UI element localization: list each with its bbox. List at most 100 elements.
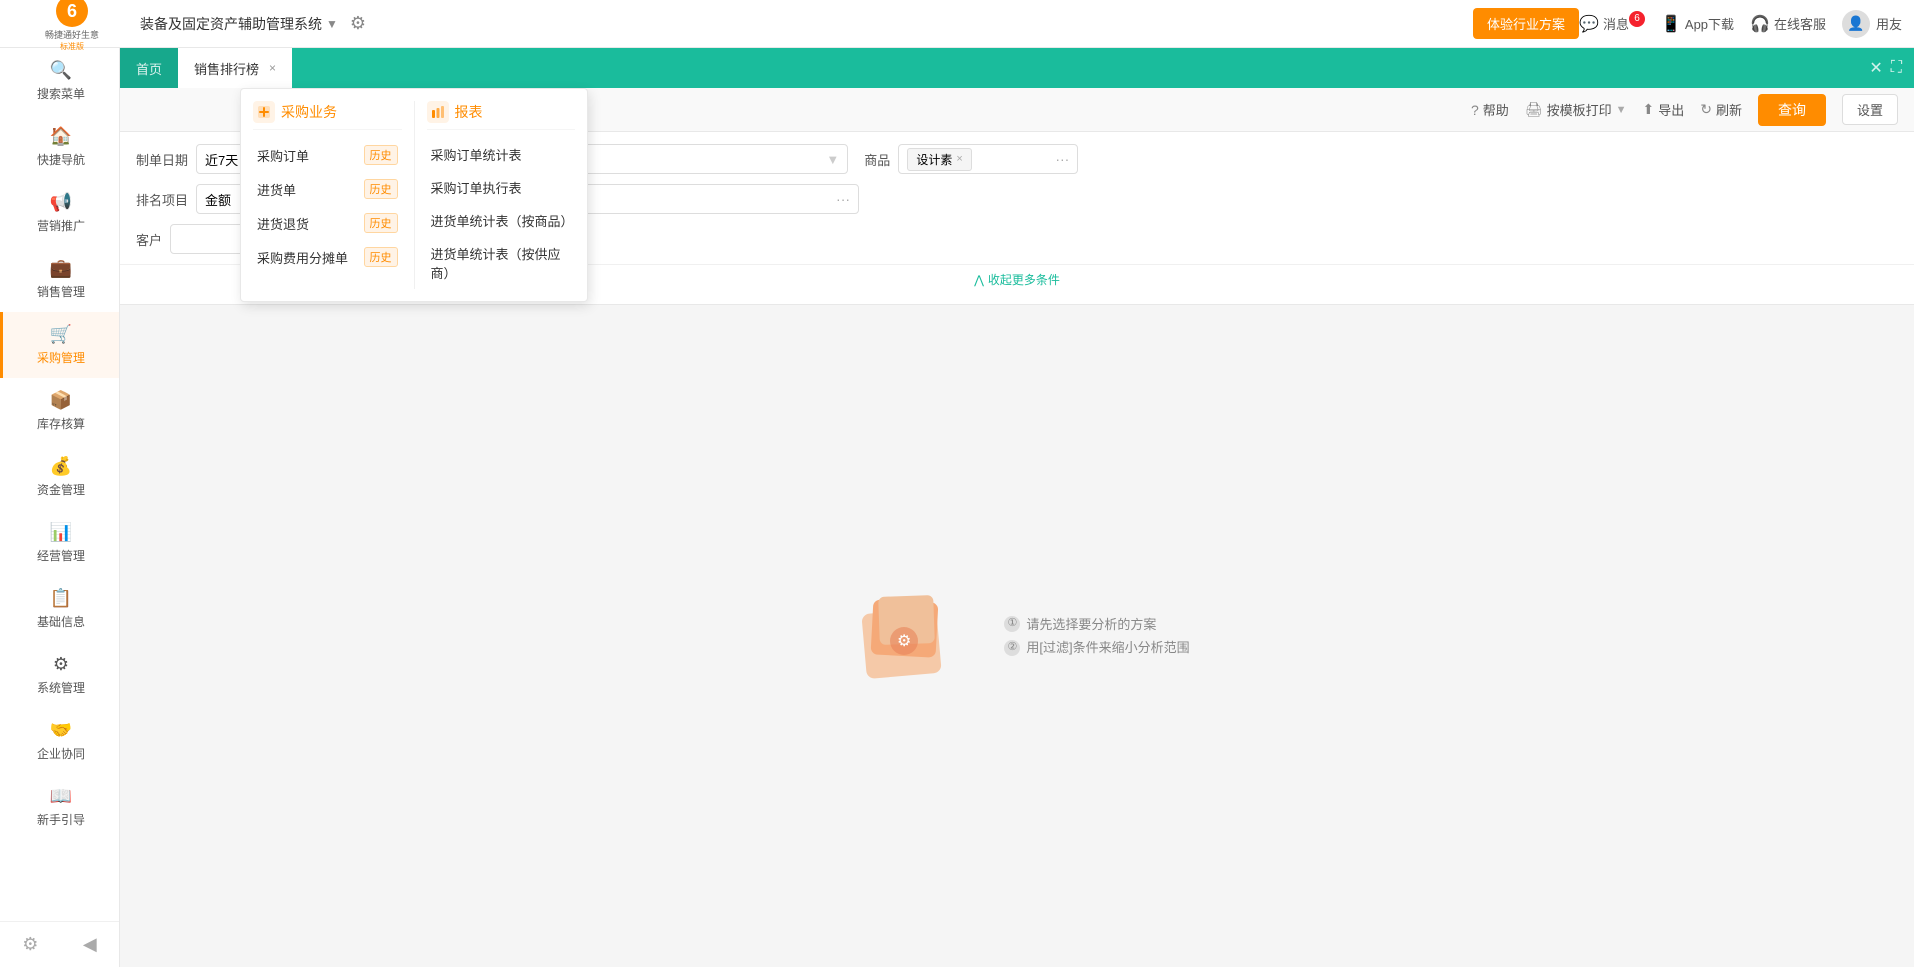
online-service-btn[interactable]: 🎧 在线客服 [1750, 14, 1826, 34]
print-btn[interactable]: 🖨 按模板打印 ▼ [1525, 100, 1627, 119]
history-badge: 历史 [364, 145, 398, 165]
content-area: 首页 销售排行榜 × ✕ ⛶ ? 帮助 🖨 按模板打印 ▼ ⬆ [120, 48, 1914, 967]
export-icon: ⬆ [1642, 101, 1654, 118]
operations-icon: 📊 [50, 522, 72, 543]
system-icon: ⚙ [53, 654, 69, 675]
sidebar-item-label: 资金管理 [37, 481, 85, 498]
tab-close-window-btn[interactable]: ✕ [1869, 58, 1882, 78]
sidebar-item-enterprise[interactable]: 🤝 企业协同 [0, 708, 119, 774]
sidebar-item-label: 新手引导 [37, 811, 85, 828]
search-icon: 🔍 [50, 60, 72, 81]
dropdown-item-purchase-order[interactable]: 采购订单 历史 [253, 138, 402, 172]
tab-bar-controls: ✕ ⛶ [1869, 58, 1914, 78]
sidebar-item-label: 销售管理 [37, 283, 85, 300]
dropdown-item-purchase-expense[interactable]: 采购费用分摊单 历史 [253, 240, 402, 274]
app-btn[interactable]: 📱 App下载 [1661, 14, 1734, 34]
empty-hints: ① 请先选择要分析的方案 ② 用[过滤]条件来缩小分析范围 [1004, 613, 1189, 660]
logo-area: 6 畅捷通好生意 标准版 [12, 0, 132, 52]
rank-label: 排名项目 [136, 190, 188, 209]
sidebar-item-inventory[interactable]: 📦 库存核算 [0, 378, 119, 444]
hint-item-2: ② 用[过滤]条件来缩小分析范围 [1004, 636, 1189, 659]
sidebar-item-sales[interactable]: 💼 销售管理 [0, 246, 119, 312]
history-badge: 历史 [364, 247, 398, 267]
sidebar-item-label: 企业协同 [37, 745, 85, 762]
dropdown-menu: 采购业务 采购订单 历史 进货单 历史 进货退货 历史 采购费用分摊单 历史 [240, 88, 588, 302]
top-header: 6 畅捷通好生意 标准版 装备及固定资产辅助管理系统 ▼ ⚙ 体验行业方案 💬 … [0, 0, 1914, 48]
industry-btn[interactable]: 体验行业方案 [1473, 8, 1579, 39]
hint-item-1: ① 请先选择要分析的方案 [1004, 613, 1189, 636]
dropdown-item-purchase-order-exec[interactable]: 采购订单执行表 [427, 171, 576, 204]
goods-label: 商品 [864, 150, 890, 169]
sidebar-item-label: 基础信息 [37, 613, 85, 630]
print-dropdown-icon[interactable]: ▼ [1616, 104, 1627, 116]
export-btn[interactable]: ⬆ 导出 [1642, 100, 1684, 119]
sales-icon: 💼 [50, 258, 72, 279]
dropdown-col-report: 报表 采购订单统计表 采购订单执行表 进货单统计表（按商品） 进货单统计表（按供… [414, 101, 588, 289]
sidebar-item-marketing[interactable]: 📢 营销推广 [0, 180, 119, 246]
help-icon: ? [1471, 102, 1479, 118]
sidebar-item-purchase[interactable]: 🛒 采购管理 [0, 312, 119, 378]
tab-sales-rank[interactable]: 销售排行榜 × [178, 48, 292, 88]
sidebar-item-basic[interactable]: 📋 基础信息 [0, 576, 119, 642]
dropdown-col-purchase-title: 采购业务 [281, 102, 337, 122]
system-title-dropdown[interactable]: ▼ [326, 17, 338, 31]
voucher-status-select[interactable]: ▼ [548, 144, 848, 174]
sidebar-item-search[interactable]: 🔍 搜索菜单 [0, 48, 119, 114]
dropdown-item-purchase-order-stats[interactable]: 采购订单统计表 [427, 138, 576, 171]
goods-tag: 设计素 × [907, 148, 971, 171]
sidebar-item-system[interactable]: ⚙ 系统管理 [0, 642, 119, 708]
history-badge: 历史 [364, 179, 398, 199]
tab-maximize-btn[interactable]: ⛶ [1891, 59, 1902, 77]
inventory-icon: 📦 [50, 390, 72, 411]
svg-text:⚙: ⚙ [897, 633, 911, 650]
sidebar-item-capital[interactable]: 💰 资金管理 [0, 444, 119, 510]
header-right: 💬 消息 6 📱 App下载 🎧 在线客服 👤 用友 [1579, 10, 1902, 38]
sidebar-item-label: 搜索菜单 [37, 85, 85, 102]
sidebar-collapse-btn[interactable]: ◀ [83, 934, 97, 955]
history-badge: 历史 [364, 213, 398, 233]
goods-select[interactable]: 设计素 × ··· [898, 144, 1078, 174]
tab-home[interactable]: 首页 [120, 48, 178, 88]
dropdown-item-inbound-return[interactable]: 进货退货 历史 [253, 206, 402, 240]
user-area[interactable]: 👤 用友 [1842, 10, 1902, 38]
purchase-col-icon [253, 101, 275, 123]
query-btn[interactable]: 查询 [1758, 94, 1826, 126]
goods-tag-close[interactable]: × [956, 153, 962, 165]
avatar: 👤 [1842, 10, 1870, 38]
logo-text: 畅捷通好生意 [45, 28, 99, 41]
refresh-btn[interactable]: ↻ 刷新 [1700, 100, 1742, 119]
message-badge: 6 [1629, 11, 1645, 27]
settings-btn[interactable]: 设置 [1842, 94, 1898, 125]
app-icon: 📱 [1661, 14, 1681, 34]
sidebar-item-quick-nav[interactable]: 🏠 快捷导航 [0, 114, 119, 180]
empty-state: ⚙ ① 请先选择要分析的方案 ② 用[过滤]条件来缩小分析范围 [120, 305, 1914, 967]
enterprise-icon: 🤝 [50, 720, 72, 741]
message-btn[interactable]: 💬 消息 6 [1579, 14, 1645, 34]
tab-bar: 首页 销售排行榜 × ✕ ⛶ [120, 48, 1914, 88]
sidebar-item-guide[interactable]: 📖 新手引导 [0, 774, 119, 840]
goods-more-btn[interactable]: ··· [1055, 151, 1069, 167]
dropdown-col-purchase: 采购业务 采购订单 历史 进货单 历史 进货退货 历史 采购费用分摊单 历史 [241, 101, 414, 289]
refresh-icon: ↻ [1700, 101, 1712, 118]
help-btn[interactable]: ? 帮助 [1471, 100, 1509, 119]
dropdown-col-report-title: 报表 [455, 102, 483, 122]
dropdown-item-inbound-stats-goods[interactable]: 进货单统计表（按商品） [427, 204, 576, 237]
salesman-more-btn[interactable]: ··· [836, 191, 850, 207]
empty-illustration: ⚙ [844, 586, 964, 686]
customer-label: 客户 [136, 230, 162, 249]
dropdown-item-inbound[interactable]: 进货单 历史 [253, 172, 402, 206]
sidebar: 🔍 搜索菜单 🏠 快捷导航 📢 营销推广 💼 销售管理 🛒 采购管理 📦 库存核… [0, 48, 120, 967]
sidebar-bottom: ⚙ ◀ [0, 921, 119, 967]
logo-icon: 6 [56, 0, 88, 27]
report-col-icon [427, 101, 449, 123]
settings-icon[interactable]: ⚙ [350, 13, 366, 34]
goods-filter-group: 商品 设计素 × ··· [864, 144, 1078, 174]
dropdown-item-inbound-stats-supplier[interactable]: 进货单统计表（按供应商） [427, 237, 576, 289]
sidebar-settings-btn[interactable]: ⚙ [22, 934, 38, 955]
tab-close-btn[interactable]: × [269, 61, 276, 75]
sidebar-item-operations[interactable]: 📊 经营管理 [0, 510, 119, 576]
sidebar-item-label: 快捷导航 [37, 151, 85, 168]
guide-icon: 📖 [50, 786, 72, 807]
salesman-select[interactable]: ··· [559, 184, 859, 214]
chevron-down-icon: ▼ [826, 152, 839, 167]
